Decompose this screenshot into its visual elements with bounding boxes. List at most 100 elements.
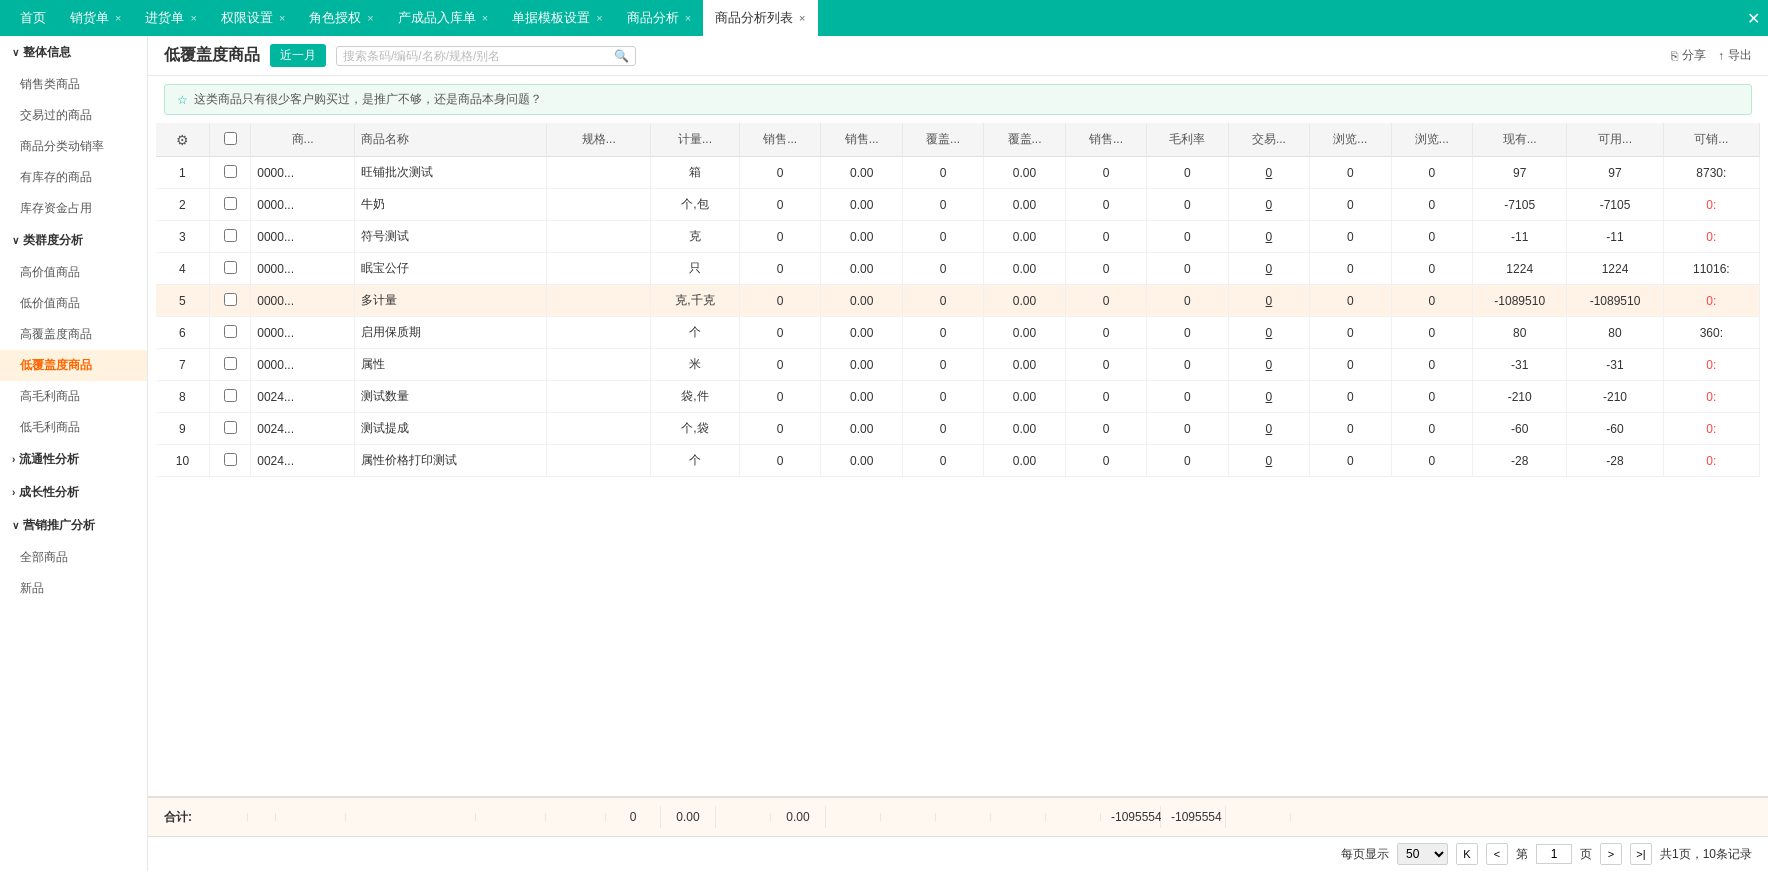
sidebar-item-high-coverage[interactable]: 高覆盖度商品 [0,319,147,350]
cell-browse1: 0 [1310,157,1391,189]
tx-link[interactable]: 0 [1266,166,1273,180]
tx-link[interactable]: 0 [1266,294,1273,308]
tx-link[interactable]: 0 [1266,358,1273,372]
cell-unit: 个,包 [651,189,740,221]
nav-template-close[interactable]: × [596,12,602,24]
last-page-button[interactable]: >| [1630,843,1652,865]
tx-link[interactable]: 0 [1266,262,1273,276]
sidebar-item-new-goods[interactable]: 新品 [0,573,147,604]
tx-link[interactable]: 0 [1266,454,1273,468]
row-checkbox[interactable] [224,197,237,210]
cell-checkbox[interactable] [209,445,250,477]
sidebar-item-in-stock[interactable]: 有库存的商品 [0,162,147,193]
nav-purchase-close[interactable]: × [190,12,196,24]
sidebar-item-high-value[interactable]: 高价值商品 [0,257,147,288]
table-container: ⚙ 商... 商品名称 规格... 计量... 销售... 销售... 覆盖..… [156,123,1760,796]
sidebar-item-stock-capital[interactable]: 库存资金占用 [0,193,147,224]
nav-goods-list-close[interactable]: × [799,12,805,24]
sidebar-item-low-value[interactable]: 低价值商品 [0,288,147,319]
nav-sales-close[interactable]: × [115,12,121,24]
cell-checkbox[interactable] [209,221,250,253]
cell-checkbox[interactable] [209,157,250,189]
row-checkbox[interactable] [224,453,237,466]
tx-link[interactable]: 0 [1266,326,1273,340]
nav-permission[interactable]: 权限设置 × [209,0,297,36]
nav-role[interactable]: 角色授权 × [297,0,385,36]
sidebar-section-growth[interactable]: › 成长性分析 [0,476,147,509]
tx-link[interactable]: 0 [1266,390,1273,404]
export-button[interactable]: ↑ 导出 [1718,47,1752,64]
time-filter-button[interactable]: 近一月 [270,44,326,67]
nav-product-in[interactable]: 产成品入库单 × [386,0,500,36]
tx-link[interactable]: 0 [1266,230,1273,244]
row-checkbox[interactable] [224,325,237,338]
th-sales3: 销售... [1065,123,1146,157]
cell-sales-num: 0 [739,381,820,413]
close-all-tabs[interactable]: ✕ [1747,9,1760,28]
table-header-row: ⚙ 商... 商品名称 规格... 计量... 销售... 销售... 覆盖..… [156,123,1760,157]
cell-code: 0000... [251,349,355,381]
nav-template[interactable]: 单据模板设置 × [500,0,614,36]
first-page-button[interactable]: K [1456,843,1478,865]
row-checkbox[interactable] [224,293,237,306]
cell-sales3: 0 [1065,349,1146,381]
cell-sales-amt: 0.00 [821,189,902,221]
nav-purchase[interactable]: 进货单 × [133,0,208,36]
cell-checkbox[interactable] [209,253,250,285]
cell-cov1: 0 [902,317,983,349]
nav-goods-analysis[interactable]: 商品分析 × [615,0,703,36]
sidebar-item-all-goods[interactable]: 全部商品 [0,542,147,573]
nav-sales[interactable]: 销货单 × [58,0,133,36]
tx-link[interactable]: 0 [1266,198,1273,212]
sidebar-item-high-margin[interactable]: 高毛利商品 [0,381,147,412]
cell-checkbox[interactable] [209,189,250,221]
th-gross: 毛利率 [1147,123,1228,157]
th-checkbox[interactable] [209,123,250,157]
row-checkbox[interactable] [224,165,237,178]
cell-checkbox[interactable] [209,349,250,381]
cell-spec [547,445,651,477]
cell-checkbox[interactable] [209,381,250,413]
row-checkbox[interactable] [224,229,237,242]
section-arrow-overall: ∨ [12,47,19,58]
row-checkbox[interactable] [224,421,237,434]
cell-checkbox[interactable] [209,317,250,349]
nav-role-close[interactable]: × [367,12,373,24]
row-checkbox[interactable] [224,357,237,370]
cell-browse2: 0 [1391,413,1472,445]
sidebar-item-sales-goods[interactable]: 销售类商品 [0,69,147,100]
share-button[interactable]: ⎘ 分享 [1671,47,1706,64]
next-page-button[interactable]: > [1600,843,1622,865]
cell-checkbox[interactable] [209,413,250,445]
tx-link[interactable]: 0 [1266,422,1273,436]
select-all-checkbox[interactable] [224,132,237,145]
row-checkbox[interactable] [224,261,237,274]
cell-sales-num: 0 [739,317,820,349]
sidebar-item-category-rate[interactable]: 商品分类动销率 [0,131,147,162]
search-input[interactable] [343,49,614,63]
cell-spec [547,253,651,285]
sidebar-item-traded-goods[interactable]: 交易过的商品 [0,100,147,131]
page-number-input[interactable] [1536,844,1572,864]
total-empty5 [476,813,546,821]
th-sellable: 可销... [1663,123,1759,157]
per-page-select[interactable]: 50 20 100 [1397,843,1448,865]
nav-goods-analysis-close[interactable]: × [685,12,691,24]
sidebar-item-low-margin[interactable]: 低毛利商品 [0,412,147,443]
nav-home[interactable]: 首页 [8,0,58,36]
sidebar-section-overall[interactable]: ∨ 整体信息 [0,36,147,69]
sidebar-item-low-coverage[interactable]: 低覆盖度商品 [0,350,147,381]
total-empty11 [1046,813,1101,821]
nav-goods-analysis-list[interactable]: 商品分析列表 × [703,0,817,36]
nav-product-close[interactable]: × [482,12,488,24]
search-icon[interactable]: 🔍 [614,49,629,63]
row-checkbox[interactable] [224,389,237,402]
cell-checkbox[interactable] [209,285,250,317]
sidebar-section-liquidity[interactable]: › 流通性分析 [0,443,147,476]
th-settings[interactable]: ⚙ [156,123,209,157]
prev-page-button[interactable]: < [1486,843,1508,865]
sidebar-section-marketing[interactable]: ∨ 营销推广分析 [0,509,147,542]
search-box-container: 🔍 [336,46,636,66]
sidebar-section-cluster[interactable]: ∨ 类群度分析 [0,224,147,257]
nav-permission-close[interactable]: × [279,12,285,24]
